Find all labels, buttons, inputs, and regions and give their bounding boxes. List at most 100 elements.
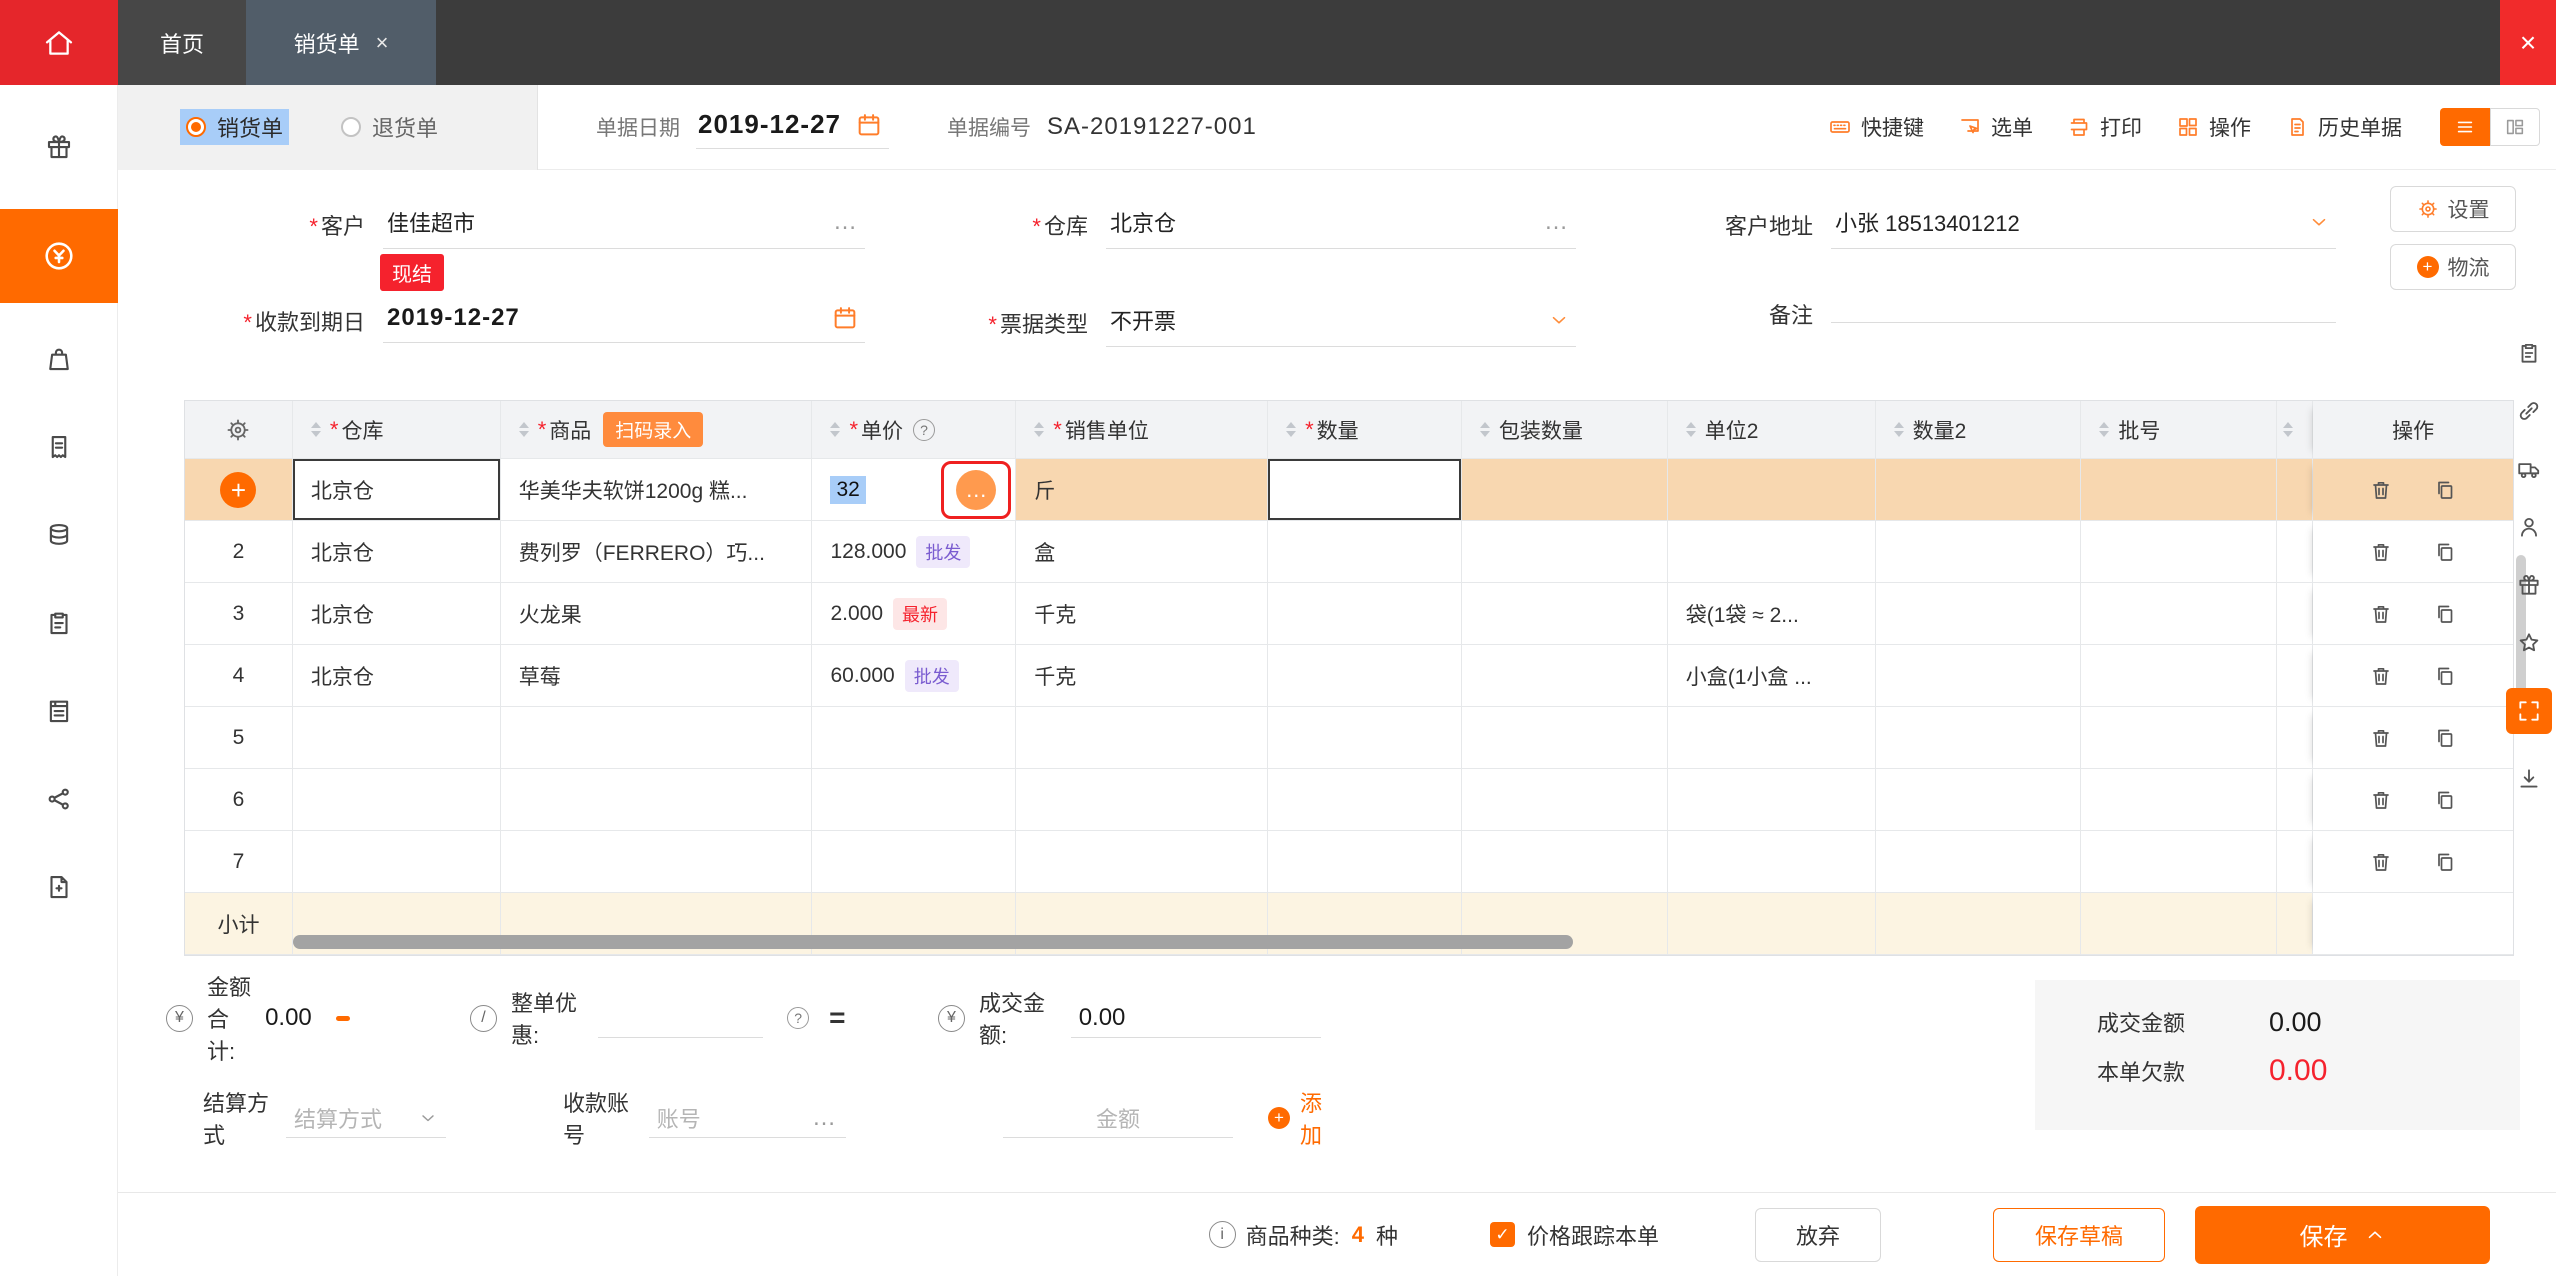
qty2-cell[interactable] bbox=[1875, 831, 2082, 893]
column-header-sale-unit[interactable]: * 销售单位 bbox=[1016, 401, 1269, 459]
column-header-clipped[interactable] bbox=[2277, 401, 2314, 459]
qty2-cell[interactable] bbox=[1875, 521, 2082, 583]
qty2-cell[interactable] bbox=[1875, 459, 2082, 521]
warehouse-cell[interactable] bbox=[292, 769, 501, 831]
address-field[interactable]: 小张 18513401212 bbox=[1831, 200, 2336, 249]
delete-row-button[interactable] bbox=[2369, 540, 2393, 564]
rail-gift-button[interactable] bbox=[2516, 572, 2542, 598]
batch-cell[interactable] bbox=[2081, 583, 2278, 645]
radio-sales-order[interactable]: 销货单 bbox=[180, 109, 290, 145]
copy-row-button[interactable] bbox=[2433, 478, 2457, 502]
batch-cell[interactable] bbox=[2081, 645, 2278, 707]
sale-unit-cell[interactable] bbox=[1016, 707, 1269, 769]
sidebar-item-gift[interactable] bbox=[0, 121, 118, 173]
unit2-cell[interactable] bbox=[1667, 459, 1876, 521]
help-icon[interactable]: ? bbox=[787, 1007, 810, 1029]
unit2-cell[interactable]: 袋(1袋 ≈ 2... bbox=[1667, 583, 1876, 645]
doc-date-field[interactable]: 2019-12-27 bbox=[696, 105, 889, 149]
price-more-button[interactable]: … bbox=[956, 469, 997, 510]
view-grid-button[interactable] bbox=[2490, 108, 2540, 146]
rail-form-button[interactable] bbox=[2516, 340, 2542, 366]
tool-history[interactable]: 历史单据 bbox=[2285, 112, 2402, 142]
order-discount-field[interactable] bbox=[597, 998, 764, 1038]
column-header-batch[interactable]: 批号 bbox=[2081, 401, 2278, 459]
window-close-button[interactable]: × bbox=[2500, 0, 2556, 85]
sidebar-item-receipt[interactable] bbox=[0, 421, 118, 473]
warehouse-cell[interactable] bbox=[292, 831, 501, 893]
rail-fullscreen-button[interactable] bbox=[2506, 688, 2552, 734]
qty2-cell[interactable] bbox=[1875, 583, 2082, 645]
sidebar-item-ledger[interactable] bbox=[0, 685, 118, 737]
pack-qty-cell[interactable] bbox=[1461, 769, 1668, 831]
column-header-warehouse[interactable]: * 仓库 bbox=[292, 401, 501, 459]
price-cell[interactable]: 2.000 最新 bbox=[812, 583, 1017, 645]
column-header-qty2[interactable]: 数量2 bbox=[1875, 401, 2082, 459]
tool-print[interactable]: 打印 bbox=[2067, 112, 2142, 142]
qty-cell[interactable] bbox=[1268, 459, 1462, 521]
invoice-type-field[interactable]: 不开票 bbox=[1106, 298, 1576, 347]
sort-icon[interactable] bbox=[1286, 422, 1297, 437]
tool-shortcuts[interactable]: 快捷键 bbox=[1828, 112, 1924, 142]
qty-cell[interactable] bbox=[1268, 707, 1462, 769]
pack-qty-cell[interactable] bbox=[1461, 707, 1668, 769]
column-header-unit2[interactable]: 单位2 bbox=[1667, 401, 1876, 459]
tab-sales-order[interactable]: 销货单 × bbox=[246, 0, 436, 85]
pack-qty-cell[interactable] bbox=[1461, 583, 1668, 645]
unit2-cell[interactable]: 小盒(1小盒 ... bbox=[1667, 645, 1876, 707]
price-track-checkbox[interactable]: ✓ 价格跟踪本单 bbox=[1489, 1219, 1659, 1251]
pack-qty-cell[interactable] bbox=[1461, 521, 1668, 583]
horizontal-scrollbar[interactable] bbox=[293, 935, 1573, 949]
tool-select-doc[interactable]: 选单 bbox=[1958, 112, 2033, 142]
qty-cell[interactable] bbox=[1268, 583, 1462, 645]
sale-unit-cell[interactable]: 千克 bbox=[1016, 645, 1269, 707]
product-cell[interactable]: 草莓 bbox=[500, 645, 813, 707]
sidebar-item-inventory[interactable] bbox=[0, 597, 118, 649]
rail-favorite-button[interactable] bbox=[2516, 630, 2542, 656]
product-cell[interactable]: 火龙果 bbox=[500, 583, 813, 645]
chevron-down-icon[interactable] bbox=[2308, 211, 2330, 233]
column-settings-cell[interactable] bbox=[185, 401, 293, 459]
unit2-cell[interactable] bbox=[1667, 521, 1876, 583]
tab-close-icon[interactable]: × bbox=[376, 30, 389, 56]
pack-qty-cell[interactable] bbox=[1461, 645, 1668, 707]
sale-unit-cell[interactable] bbox=[1016, 831, 1269, 893]
sort-icon[interactable] bbox=[1685, 422, 1696, 437]
sort-icon[interactable] bbox=[1479, 422, 1490, 437]
sidebar-item-home[interactable] bbox=[0, 0, 118, 85]
column-header-price[interactable]: * 单价 ? bbox=[812, 401, 1017, 459]
batch-cell[interactable] bbox=[2081, 769, 2278, 831]
collapse-minus-icon[interactable] bbox=[335, 1015, 350, 1021]
sale-unit-cell[interactable]: 斤 bbox=[1016, 459, 1269, 521]
warehouse-field[interactable]: 北京仓 … bbox=[1106, 200, 1576, 249]
unit2-cell[interactable] bbox=[1667, 707, 1876, 769]
account-more-icon[interactable]: … bbox=[812, 1104, 838, 1132]
chevron-up-icon[interactable] bbox=[2364, 1224, 2386, 1246]
rail-link-button[interactable] bbox=[2516, 398, 2542, 424]
delete-row-button[interactable] bbox=[2369, 478, 2393, 502]
rail-customer-button[interactable] bbox=[2516, 514, 2542, 540]
sidebar-item-new-doc[interactable] bbox=[0, 861, 118, 913]
receipt-account-field[interactable]: 账号 … bbox=[648, 1098, 847, 1138]
deal-amount-field[interactable]: 0.00 bbox=[1070, 998, 1322, 1038]
sort-icon[interactable] bbox=[1034, 422, 1045, 437]
product-cell[interactable]: 费列罗（FERRERO）巧... bbox=[500, 521, 813, 583]
sale-unit-cell[interactable]: 盒 bbox=[1016, 521, 1269, 583]
sort-icon[interactable] bbox=[830, 422, 841, 437]
column-header-qty[interactable]: * 数量 bbox=[1268, 401, 1462, 459]
pack-qty-cell[interactable] bbox=[1461, 459, 1668, 521]
qty2-cell[interactable] bbox=[1875, 769, 2082, 831]
customer-more-icon[interactable]: … bbox=[833, 208, 859, 236]
column-header-pack-qty[interactable]: 包装数量 bbox=[1461, 401, 1668, 459]
add-row-button[interactable]: + bbox=[220, 471, 257, 508]
copy-row-button[interactable] bbox=[2433, 788, 2457, 812]
price-cell[interactable]: 60.000 批发 bbox=[812, 645, 1017, 707]
unit2-cell[interactable] bbox=[1667, 769, 1876, 831]
help-icon[interactable]: ? bbox=[913, 418, 936, 441]
abandon-button[interactable]: 放弃 bbox=[1755, 1207, 1881, 1262]
warehouse-cell[interactable] bbox=[292, 707, 501, 769]
receipt-amount-field[interactable]: 金额 bbox=[1003, 1098, 1233, 1138]
sort-icon[interactable] bbox=[310, 422, 321, 437]
product-cell[interactable] bbox=[500, 831, 813, 893]
sort-icon[interactable] bbox=[2099, 422, 2110, 437]
delete-row-button[interactable] bbox=[2369, 664, 2393, 688]
